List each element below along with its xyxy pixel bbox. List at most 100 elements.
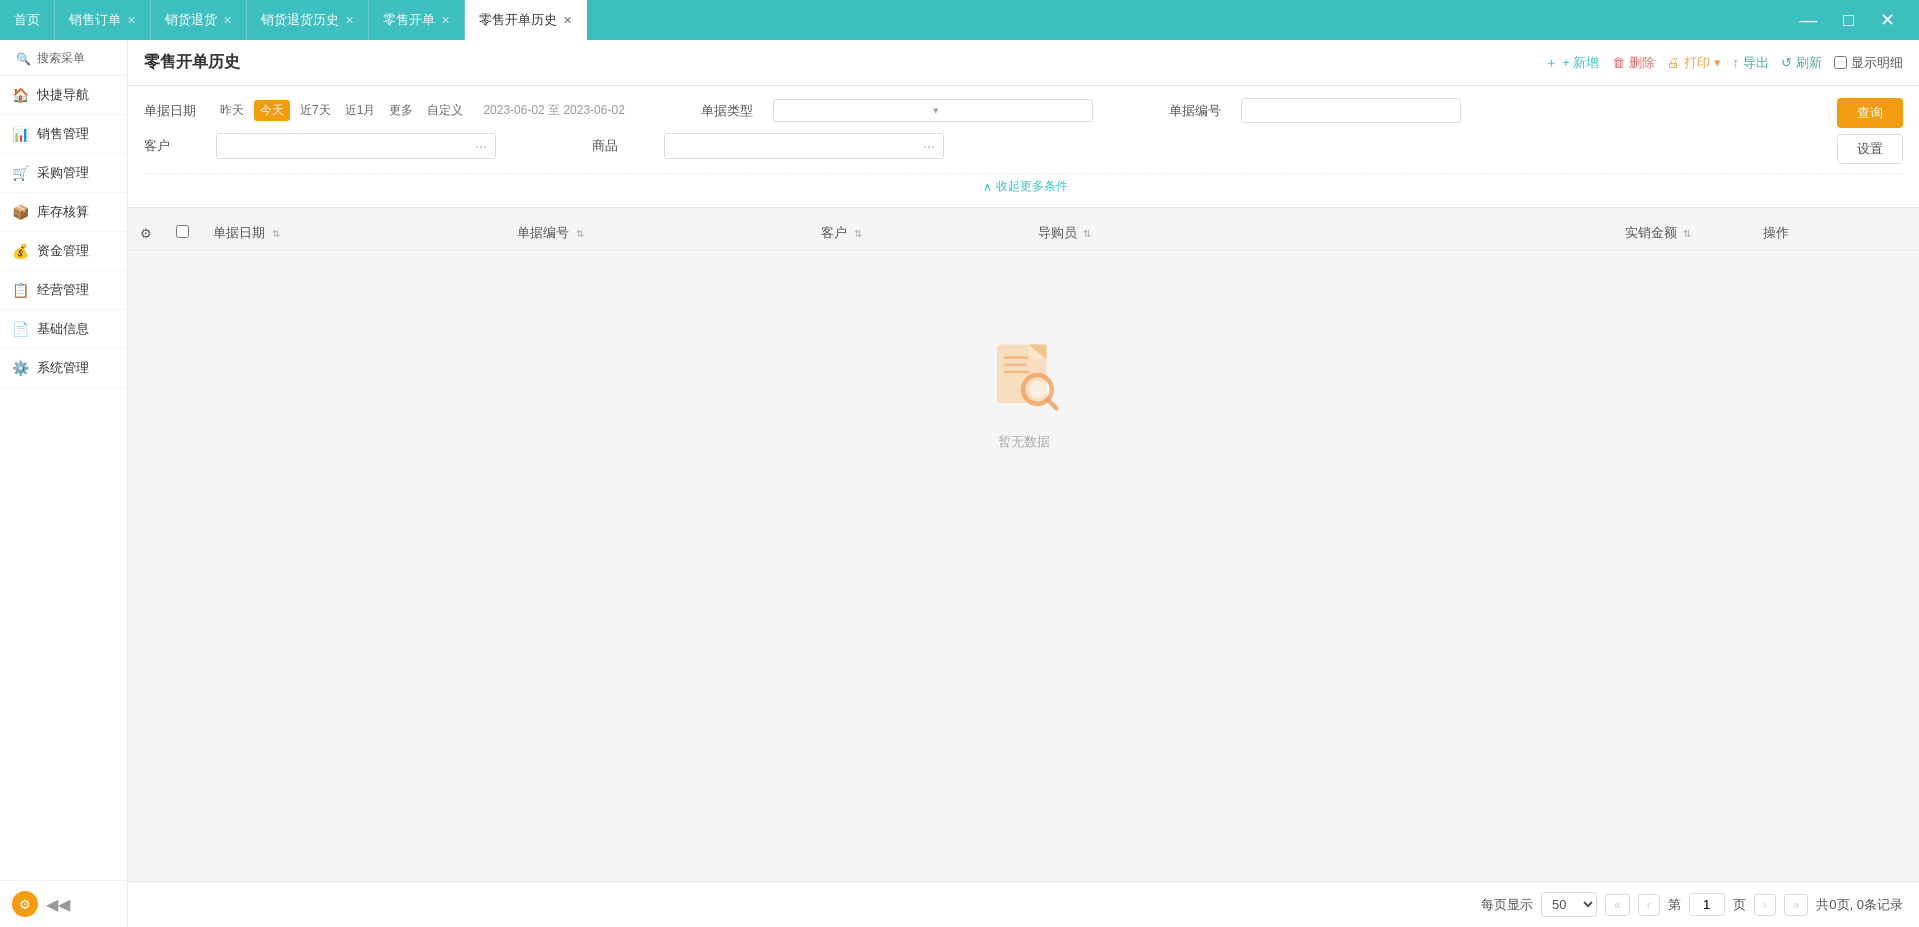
- th-customer: 客户 ⇅: [809, 216, 1026, 251]
- date-btn-1month[interactable]: 近1月: [341, 100, 380, 121]
- amount-sort-icon[interactable]: ⇅: [1683, 228, 1691, 239]
- page-last-btn[interactable]: »: [1784, 894, 1809, 916]
- sidebar-item-purchase[interactable]: 🛒 采购管理: [0, 154, 127, 193]
- sidebar-item-quicknav[interactable]: 🏠 快捷导航: [0, 76, 127, 115]
- th-number: 单据编号 ⇅: [505, 216, 809, 251]
- sidebar-item-basic-info-label: 基础信息: [37, 320, 89, 338]
- number-sort-icon[interactable]: ⇅: [576, 228, 584, 239]
- window-maximize-btn[interactable]: □: [1835, 10, 1862, 31]
- window-close-btn[interactable]: ✕: [1872, 9, 1903, 31]
- empty-illustration: [979, 331, 1069, 421]
- tab-retail-history[interactable]: 零售开单历史 ✕: [465, 0, 587, 40]
- print-dropdown-icon: ▾: [1714, 55, 1721, 70]
- table-settings-icon[interactable]: ⚙: [140, 226, 152, 241]
- customer-dots-icon[interactable]: ···: [475, 138, 487, 154]
- number-input[interactable]: [1241, 98, 1461, 123]
- tab-home[interactable]: 首页: [0, 0, 55, 40]
- sidebar-item-finance[interactable]: 💰 资金管理: [0, 232, 127, 271]
- inventory-icon: 📦: [12, 204, 29, 220]
- settings-button[interactable]: 设置: [1837, 134, 1903, 164]
- tab-sales-order-close[interactable]: ✕: [127, 14, 136, 27]
- sidebar-gear-button[interactable]: ⚙: [12, 891, 38, 917]
- date-btn-more[interactable]: 更多: [385, 100, 417, 121]
- top-tab-bar: 首页 销售订单 ✕ 销货退货 ✕ 销货退货历史 ✕ 零售开单 ✕ 零售开单历史 …: [0, 0, 1919, 40]
- sidebar-item-operations-label: 经营管理: [37, 281, 89, 299]
- tab-retail-open-close[interactable]: ✕: [441, 14, 450, 27]
- data-table: ⚙ 单据日期 ⇅ 单据编号 ⇅: [128, 216, 1919, 532]
- th-ops: 操作: [1751, 216, 1919, 251]
- display-detail-input[interactable]: [1834, 56, 1847, 69]
- sidebar-collapse-button[interactable]: ◀◀: [46, 895, 70, 914]
- date-btn-today[interactable]: 今天: [254, 100, 290, 121]
- sidebar-item-operations[interactable]: 📋 经营管理: [0, 271, 127, 310]
- date-label: 单据日期: [144, 102, 200, 120]
- quicknav-icon: 🏠: [12, 87, 29, 103]
- content-area: 零售开单历史 ＋ + 新增 🗑 删除 🖨 打印 ▾ ↑ 导出: [128, 40, 1919, 927]
- query-button[interactable]: 查询: [1837, 98, 1903, 128]
- per-page-label: 每页显示: [1481, 896, 1533, 914]
- customer-input-wrapper[interactable]: ···: [216, 133, 496, 159]
- sidebar-item-quicknav-label: 快捷导航: [37, 86, 89, 104]
- collapse-up-icon: ∧: [983, 180, 992, 194]
- sidebar-item-basic-info[interactable]: 📄 基础信息: [0, 310, 127, 349]
- window-minimize-btn[interactable]: —: [1791, 10, 1825, 31]
- svg-line-8: [1047, 399, 1056, 408]
- page-summary: 共0页, 0条记录: [1816, 896, 1903, 914]
- sidebar-item-inventory[interactable]: 📦 库存核算: [0, 193, 127, 232]
- collapse-filter-btn[interactable]: ∧ 收起更多条件: [144, 173, 1903, 199]
- page-prev-btn[interactable]: ‹: [1638, 894, 1660, 916]
- tab-sales-order-label: 销售订单: [69, 11, 121, 29]
- tab-home-label: 首页: [14, 11, 40, 29]
- tab-return-history-close[interactable]: ✕: [345, 14, 354, 27]
- tab-retail-history-close[interactable]: ✕: [563, 14, 572, 27]
- date-range-display: 2023-06-02 至 2023-06-02: [483, 102, 624, 119]
- export-icon: ↑: [1733, 55, 1740, 70]
- export-button[interactable]: ↑ 导出: [1733, 54, 1770, 72]
- tab-sales-order[interactable]: 销售订单 ✕: [55, 0, 151, 40]
- page-first-btn[interactable]: «: [1605, 894, 1630, 916]
- delete-button[interactable]: 🗑 删除: [1612, 54, 1655, 72]
- filter-dates: 昨天 今天 近7天 近1月 更多 自定义: [216, 100, 467, 121]
- add-button[interactable]: ＋ + 新增: [1545, 54, 1599, 72]
- tab-retail-open[interactable]: 零售开单 ✕: [369, 0, 465, 40]
- date-btn-7days[interactable]: 近7天: [296, 100, 335, 121]
- date-btn-custom[interactable]: 自定义: [423, 100, 467, 121]
- empty-text: 暂无数据: [998, 433, 1050, 451]
- date-sort-icon[interactable]: ⇅: [272, 228, 280, 239]
- empty-state: 暂无数据: [128, 251, 1919, 531]
- per-page-select[interactable]: 50 100 200: [1541, 892, 1597, 917]
- goods-input-wrapper[interactable]: ···: [664, 133, 944, 159]
- guide-sort-icon[interactable]: ⇅: [1083, 228, 1091, 239]
- th-date: 单据日期 ⇅: [201, 216, 505, 251]
- customer-sort-icon[interactable]: ⇅: [854, 228, 862, 239]
- page-number-input[interactable]: [1689, 893, 1725, 916]
- th-settings: ⚙: [128, 216, 164, 251]
- print-button[interactable]: 🖨 打印 ▾: [1667, 54, 1721, 72]
- sidebar-bottom: ⚙ ◀◀: [0, 880, 127, 927]
- page-header: 零售开单历史 ＋ + 新增 🗑 删除 🖨 打印 ▾ ↑ 导出: [128, 40, 1919, 86]
- sidebar-item-sales[interactable]: 📊 销售管理: [0, 115, 127, 154]
- tab-return-history[interactable]: 销货退货历史 ✕: [247, 0, 369, 40]
- refresh-button[interactable]: ↺ 刷新: [1781, 54, 1822, 72]
- page-next-btn[interactable]: ›: [1754, 894, 1776, 916]
- display-detail-checkbox[interactable]: 显示明细: [1834, 54, 1903, 72]
- svg-rect-3: [1004, 371, 1029, 374]
- search-icon: 🔍: [16, 52, 31, 66]
- goods-dots-icon[interactable]: ···: [923, 138, 935, 154]
- table-body: 暂无数据: [128, 251, 1919, 532]
- sidebar-item-system[interactable]: ⚙️ 系统管理: [0, 349, 127, 388]
- date-btn-yesterday[interactable]: 昨天: [216, 100, 248, 121]
- select-all-checkbox[interactable]: [176, 225, 189, 238]
- svg-rect-2: [1004, 363, 1026, 366]
- th-guide: 导购员 ⇅: [1026, 216, 1286, 251]
- tab-retail-history-label: 零售开单历史: [479, 11, 557, 29]
- type-label: 单据类型: [701, 102, 757, 120]
- svg-point-7: [1028, 381, 1046, 399]
- finance-icon: 💰: [12, 243, 29, 259]
- tab-return-close[interactable]: ✕: [223, 14, 232, 27]
- tab-list: 首页 销售订单 ✕ 销货退货 ✕ 销货退货历史 ✕ 零售开单 ✕ 零售开单历史 …: [0, 0, 1791, 40]
- sidebar-search[interactable]: 🔍 搜索采单: [0, 40, 127, 76]
- tab-return[interactable]: 销货退货 ✕: [151, 0, 247, 40]
- sidebar-item-inventory-label: 库存核算: [37, 203, 89, 221]
- type-select[interactable]: ▾: [773, 99, 1093, 122]
